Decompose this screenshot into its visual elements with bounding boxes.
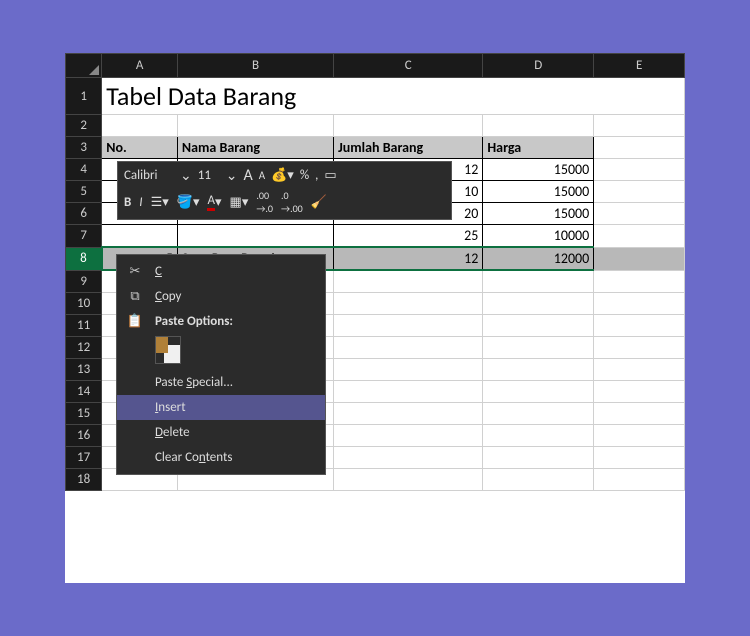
context-menu: ✂ C ⧉ Copy 📋 Paste Options: Paste Specia… — [116, 254, 326, 475]
th-no[interactable]: No. — [102, 137, 178, 159]
bold-icon[interactable]: B — [124, 195, 131, 210]
row-header-7[interactable]: 7 — [66, 225, 102, 248]
font-size-select[interactable]: 11 — [198, 168, 220, 183]
menu-insert-label: Insert — [155, 400, 317, 415]
menu-paste-special[interactable]: Paste Special... — [117, 370, 325, 395]
increase-font-icon[interactable]: A — [243, 166, 252, 185]
percent-format-icon[interactable]: % — [300, 168, 309, 183]
col-header-b[interactable]: B — [177, 54, 333, 78]
th-harga[interactable]: Harga — [483, 137, 594, 159]
row-header-4[interactable]: 4 — [66, 159, 102, 181]
row-header-14[interactable]: 14 — [66, 380, 102, 402]
fill-color-icon[interactable]: 🪣▾ — [177, 195, 200, 210]
menu-paste-special-label: Paste Special... — [155, 375, 317, 390]
format-painter-icon[interactable]: ▭ — [324, 168, 336, 183]
menu-copy-label: Copy — [155, 289, 317, 304]
col-header-e[interactable]: E — [594, 54, 685, 78]
paste-default-icon[interactable] — [155, 336, 181, 364]
th-jumlah[interactable]: Jumlah Barang — [334, 137, 483, 159]
menu-cut-label: C — [155, 264, 317, 279]
menu-paste-options-header: 📋 Paste Options: — [117, 309, 325, 334]
chevron-down-icon[interactable]: ⌄ — [180, 167, 192, 184]
scissors-icon: ✂ — [125, 264, 145, 279]
row-header-5[interactable]: 5 — [66, 181, 102, 203]
spreadsheet: A B C D E 1 Tabel Data Barang 2 3 No. Na… — [65, 53, 685, 583]
menu-delete[interactable]: Delete — [117, 420, 325, 445]
menu-copy[interactable]: ⧉ Copy — [117, 284, 325, 309]
decrease-decimal-icon[interactable]: .0→.00 — [281, 189, 303, 215]
title-cell[interactable]: Tabel Data Barang — [102, 78, 685, 115]
copy-icon: ⧉ — [125, 289, 145, 304]
clear-format-icon[interactable]: 🧹 — [311, 195, 327, 210]
cell[interactable] — [102, 115, 178, 137]
font-name-select[interactable]: Calibri — [124, 168, 174, 183]
row-header-3[interactable]: 3 — [66, 137, 102, 159]
clipboard-icon: 📋 — [125, 314, 145, 329]
row-header-12[interactable]: 12 — [66, 336, 102, 358]
row-header-8[interactable]: 8 — [66, 247, 102, 270]
accounting-format-icon[interactable]: 💰▾ — [271, 168, 294, 183]
decrease-font-icon[interactable]: A — [259, 169, 265, 182]
row-header-10[interactable]: 10 — [66, 292, 102, 314]
menu-insert[interactable]: Insert — [117, 395, 325, 420]
italic-icon[interactable]: I — [139, 195, 142, 210]
row-header-2[interactable]: 2 — [66, 115, 102, 137]
row-header-13[interactable]: 13 — [66, 358, 102, 380]
th-nama[interactable]: Nama Barang — [177, 137, 333, 159]
col-header-c[interactable]: C — [334, 54, 483, 78]
row-header-11[interactable]: 11 — [66, 314, 102, 336]
cell-harga[interactable]: 15000 — [483, 159, 594, 181]
row-header-16[interactable]: 16 — [66, 424, 102, 446]
menu-delete-label: Delete — [155, 425, 317, 440]
row-header-6[interactable]: 6 — [66, 203, 102, 225]
menu-clear-contents[interactable]: Clear Contents — [117, 445, 325, 470]
borders-icon[interactable]: ☰▾ — [151, 195, 169, 210]
chevron-down-icon[interactable]: ⌄ — [226, 167, 238, 184]
row-header-9[interactable]: 9 — [66, 270, 102, 292]
row-header-18[interactable]: 18 — [66, 468, 102, 490]
menu-paste-options-label: Paste Options: — [155, 314, 317, 329]
col-header-a[interactable]: A — [102, 54, 178, 78]
comma-format-icon[interactable]: , — [315, 168, 318, 183]
row-header-1[interactable]: 1 — [66, 78, 102, 115]
row-header-17[interactable]: 17 — [66, 446, 102, 468]
menu-cut[interactable]: ✂ C — [117, 259, 325, 284]
increase-decimal-icon[interactable]: .00→.0 — [256, 189, 273, 215]
col-header-d[interactable]: D — [483, 54, 594, 78]
menu-clear-label: Clear Contents — [155, 450, 317, 465]
font-color-icon[interactable]: A▾ — [207, 193, 221, 211]
border-style-icon[interactable]: ▦▾ — [230, 195, 249, 210]
select-all-corner[interactable] — [66, 54, 102, 78]
row-header-15[interactable]: 15 — [66, 402, 102, 424]
mini-toolbar: Calibri ⌄ 11 ⌄ A A 💰▾ % , ▭ B I ☰▾ 🪣▾ A▾… — [117, 161, 452, 220]
